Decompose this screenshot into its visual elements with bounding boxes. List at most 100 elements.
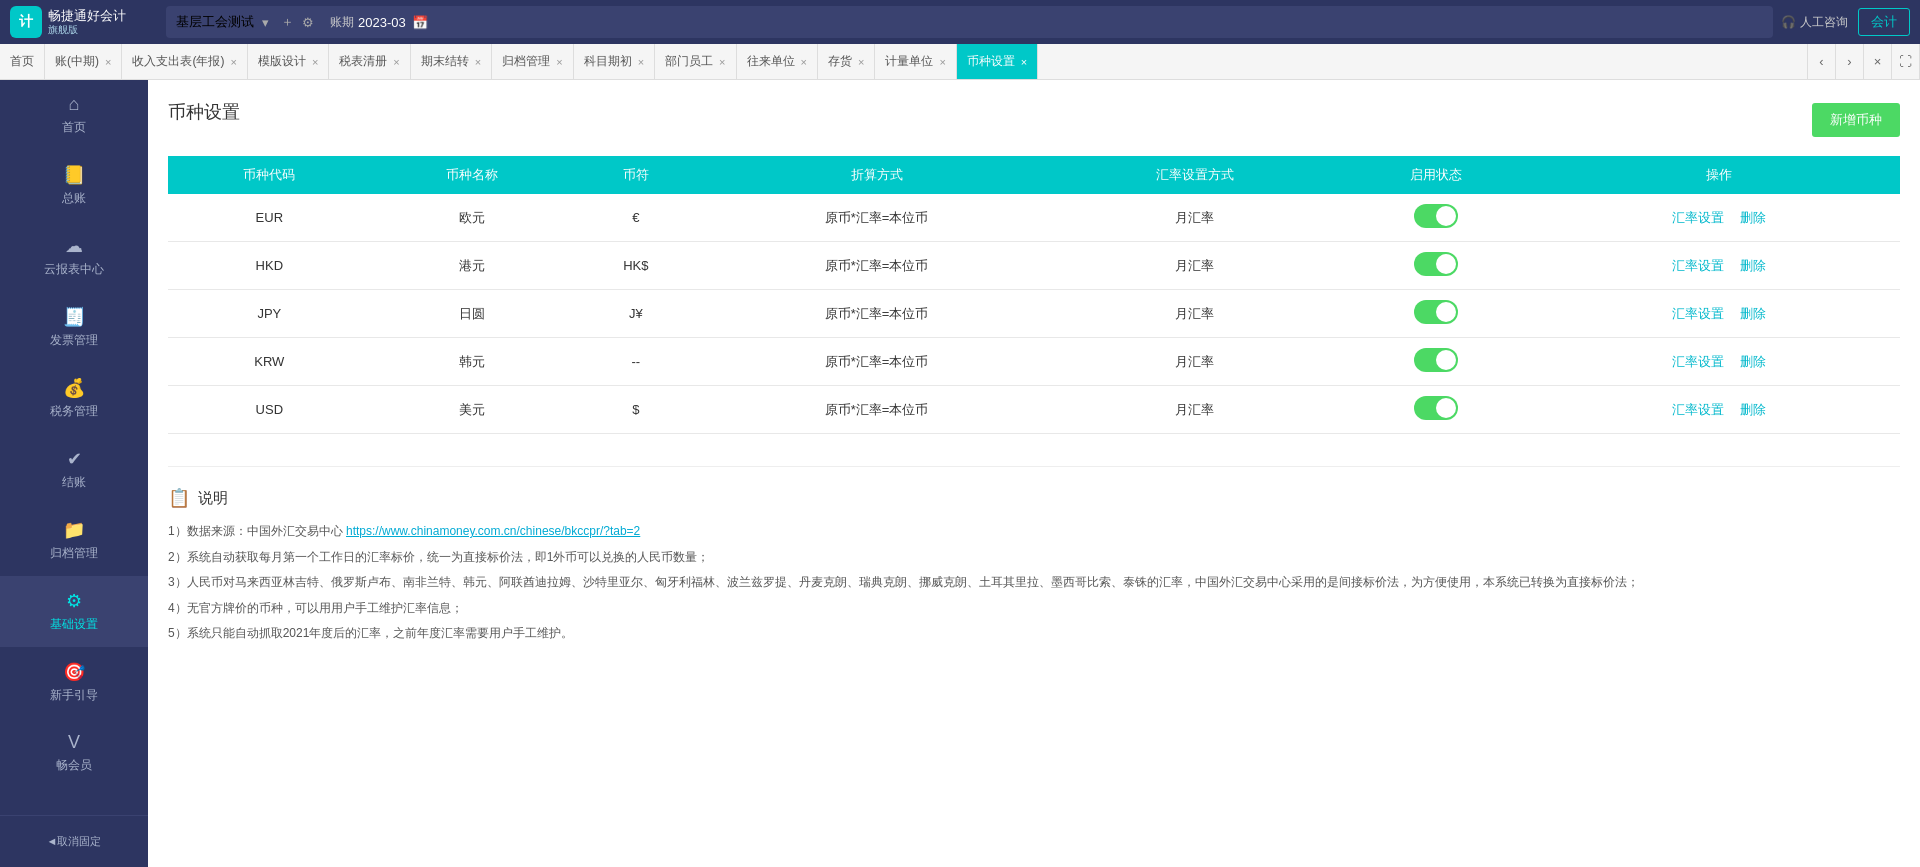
cell-symbol: €	[573, 194, 698, 242]
sidebar-pin-button[interactable]: ◄取消固定	[0, 826, 148, 857]
delete-link[interactable]: 删除	[1740, 354, 1766, 369]
col-calc: 折算方式	[698, 156, 1055, 194]
rate-setting-link[interactable]: 汇率设置	[1672, 354, 1724, 369]
title-row: 币种设置 新增币种	[168, 100, 1900, 140]
tab-prev-button[interactable]: ‹	[1808, 44, 1836, 80]
tab-unit[interactable]: 计量单位 ×	[875, 44, 956, 80]
sidebar-item-label: 新手引导	[50, 687, 98, 704]
rate-setting-link[interactable]: 汇率设置	[1672, 210, 1724, 225]
archive-icon: 📁	[63, 519, 85, 541]
cell-code: KRW	[168, 338, 371, 386]
tab-expand-button[interactable]: ⛶	[1892, 44, 1920, 80]
content-inner: 币种设置 新增币种 币种代码 币种名称 币符 折算方式 汇率设置方式 启用状态 …	[148, 80, 1920, 669]
tab-close-icon[interactable]: ×	[719, 56, 725, 68]
workspace-dropdown-icon[interactable]: ▾	[262, 15, 269, 30]
ledger-icon: 📒	[63, 164, 85, 186]
cell-name: 欧元	[371, 194, 574, 242]
tab-close-icon[interactable]: ×	[638, 56, 644, 68]
workspace-add-icon[interactable]: ＋	[281, 13, 294, 31]
col-code: 币种代码	[168, 156, 371, 194]
delete-link[interactable]: 删除	[1740, 306, 1766, 321]
currency-table: 币种代码 币种名称 币符 折算方式 汇率设置方式 启用状态 操作 EUR 欧元 …	[168, 156, 1900, 434]
tab-close-icon[interactable]: ×	[939, 56, 945, 68]
headset-icon: 🎧	[1781, 15, 1796, 29]
member-icon: V	[68, 732, 80, 753]
tab-subject-initial[interactable]: 科目期初 ×	[574, 44, 655, 80]
notice-list: 1）数据来源：中国外汇交易中心 https://www.chinamoney.c…	[168, 521, 1900, 645]
sidebar-item-settings[interactable]: ⚙ 基础设置	[0, 576, 148, 647]
tab-close-icon[interactable]: ×	[230, 56, 236, 68]
tab-income-annual[interactable]: 收入支出表(年报) ×	[122, 44, 247, 80]
sidebar-item-ledger[interactable]: 📒 总账	[0, 150, 148, 221]
notice-list-item: 1）数据来源：中国外汇交易中心 https://www.chinamoney.c…	[168, 521, 1900, 543]
tab-inventory[interactable]: 存货 ×	[818, 44, 875, 80]
sidebar-item-archive[interactable]: 📁 归档管理	[0, 505, 148, 576]
sidebar-item-label: 畅会员	[56, 757, 92, 774]
status-toggle[interactable]	[1414, 204, 1458, 228]
status-toggle[interactable]	[1414, 396, 1458, 420]
new-currency-button[interactable]: 新增币种	[1812, 103, 1900, 137]
period-value: 2023-03	[358, 15, 406, 30]
cell-name: 港元	[371, 242, 574, 290]
notice-link[interactable]: https://www.chinamoney.com.cn/chinese/bk…	[346, 524, 640, 538]
tab-close-icon[interactable]: ×	[1021, 56, 1027, 68]
tab-next-button[interactable]: ›	[1836, 44, 1864, 80]
rate-setting-link[interactable]: 汇率设置	[1672, 402, 1724, 417]
account-button[interactable]: 会计	[1858, 8, 1910, 36]
cell-calc: 原币*汇率=本位币	[698, 290, 1055, 338]
sidebar-item-invoice[interactable]: 🧾 发票管理	[0, 292, 148, 363]
workspace-gear-icon[interactable]: ⚙	[302, 15, 314, 30]
sidebar-item-settle[interactable]: ✔ 结账	[0, 434, 148, 505]
tab-close-icon[interactable]: ×	[801, 56, 807, 68]
top-right-area: 🎧 人工咨询 会计	[1781, 8, 1910, 36]
main-layout: ⌂ 首页 📒 总账 ☁ 云报表中心 🧾 发票管理 💰 税务管理 ✔ 结账 📁 归…	[0, 80, 1920, 867]
tab-close-icon[interactable]: ×	[556, 56, 562, 68]
tab-close-icon[interactable]: ×	[105, 56, 111, 68]
tab-ledger-mid[interactable]: 账(中期) ×	[45, 44, 122, 80]
delete-link[interactable]: 删除	[1740, 258, 1766, 273]
cell-calc: 原币*汇率=本位币	[698, 386, 1055, 434]
sidebar-item-reports[interactable]: ☁ 云报表中心	[0, 221, 148, 292]
cell-name: 日圆	[371, 290, 574, 338]
cell-status	[1335, 242, 1538, 290]
top-bar: 计 畅捷通好会计 旗舰版 基层工会测试 ▾ ＋ ⚙ 账期 2023-03 📅 🎧…	[0, 0, 1920, 44]
workspace-selector[interactable]: 基层工会测试 ▾ ＋ ⚙ 账期 2023-03 📅	[166, 6, 1773, 38]
tab-archive[interactable]: 归档管理 ×	[492, 44, 573, 80]
tab-period-close[interactable]: 期末结转 ×	[411, 44, 492, 80]
invoice-icon: 🧾	[63, 306, 85, 328]
cell-calc: 原币*汇率=本位币	[698, 194, 1055, 242]
period-calendar-icon[interactable]: 📅	[412, 15, 428, 30]
status-toggle[interactable]	[1414, 252, 1458, 276]
sidebar-item-label: 发票管理	[50, 332, 98, 349]
sidebar-item-tax[interactable]: 💰 税务管理	[0, 363, 148, 434]
toggle-thumb	[1436, 350, 1456, 370]
tab-home[interactable]: 首页	[0, 44, 45, 80]
rate-setting-link[interactable]: 汇率设置	[1672, 258, 1724, 273]
tab-close-icon[interactable]: ×	[475, 56, 481, 68]
status-toggle[interactable]	[1414, 348, 1458, 372]
sidebar-item-guide[interactable]: 🎯 新手引导	[0, 647, 148, 718]
tab-close-icon[interactable]: ×	[312, 56, 318, 68]
tab-close-icon[interactable]: ×	[858, 56, 864, 68]
col-actions: 操作	[1538, 156, 1900, 194]
tab-dept-staff[interactable]: 部门员工 ×	[655, 44, 736, 80]
delete-link[interactable]: 删除	[1740, 210, 1766, 225]
tab-tax-list[interactable]: 税表清册 ×	[329, 44, 410, 80]
tab-close-button[interactable]: ×	[1864, 44, 1892, 80]
period-label: 账期	[330, 14, 354, 31]
toggle-thumb	[1436, 254, 1456, 274]
sidebar-item-label: 首页	[62, 119, 86, 136]
delete-link[interactable]: 删除	[1740, 402, 1766, 417]
sidebar-item-label: 归档管理	[50, 545, 98, 562]
status-toggle[interactable]	[1414, 300, 1458, 324]
tab-currency[interactable]: 币种设置 ×	[957, 44, 1038, 80]
tab-template[interactable]: 模版设计 ×	[248, 44, 329, 80]
rate-setting-link[interactable]: 汇率设置	[1672, 306, 1724, 321]
help-button[interactable]: 🎧 人工咨询	[1781, 14, 1848, 31]
sidebar-item-member[interactable]: V 畅会员	[0, 718, 148, 788]
sidebar-item-home[interactable]: ⌂ 首页	[0, 80, 148, 150]
tab-counterpart[interactable]: 往来单位 ×	[737, 44, 818, 80]
sidebar-item-label: 云报表中心	[44, 261, 104, 278]
tab-bar: 首页 账(中期) × 收入支出表(年报) × 模版设计 × 税表清册 × 期末结…	[0, 44, 1920, 80]
tab-close-icon[interactable]: ×	[393, 56, 399, 68]
